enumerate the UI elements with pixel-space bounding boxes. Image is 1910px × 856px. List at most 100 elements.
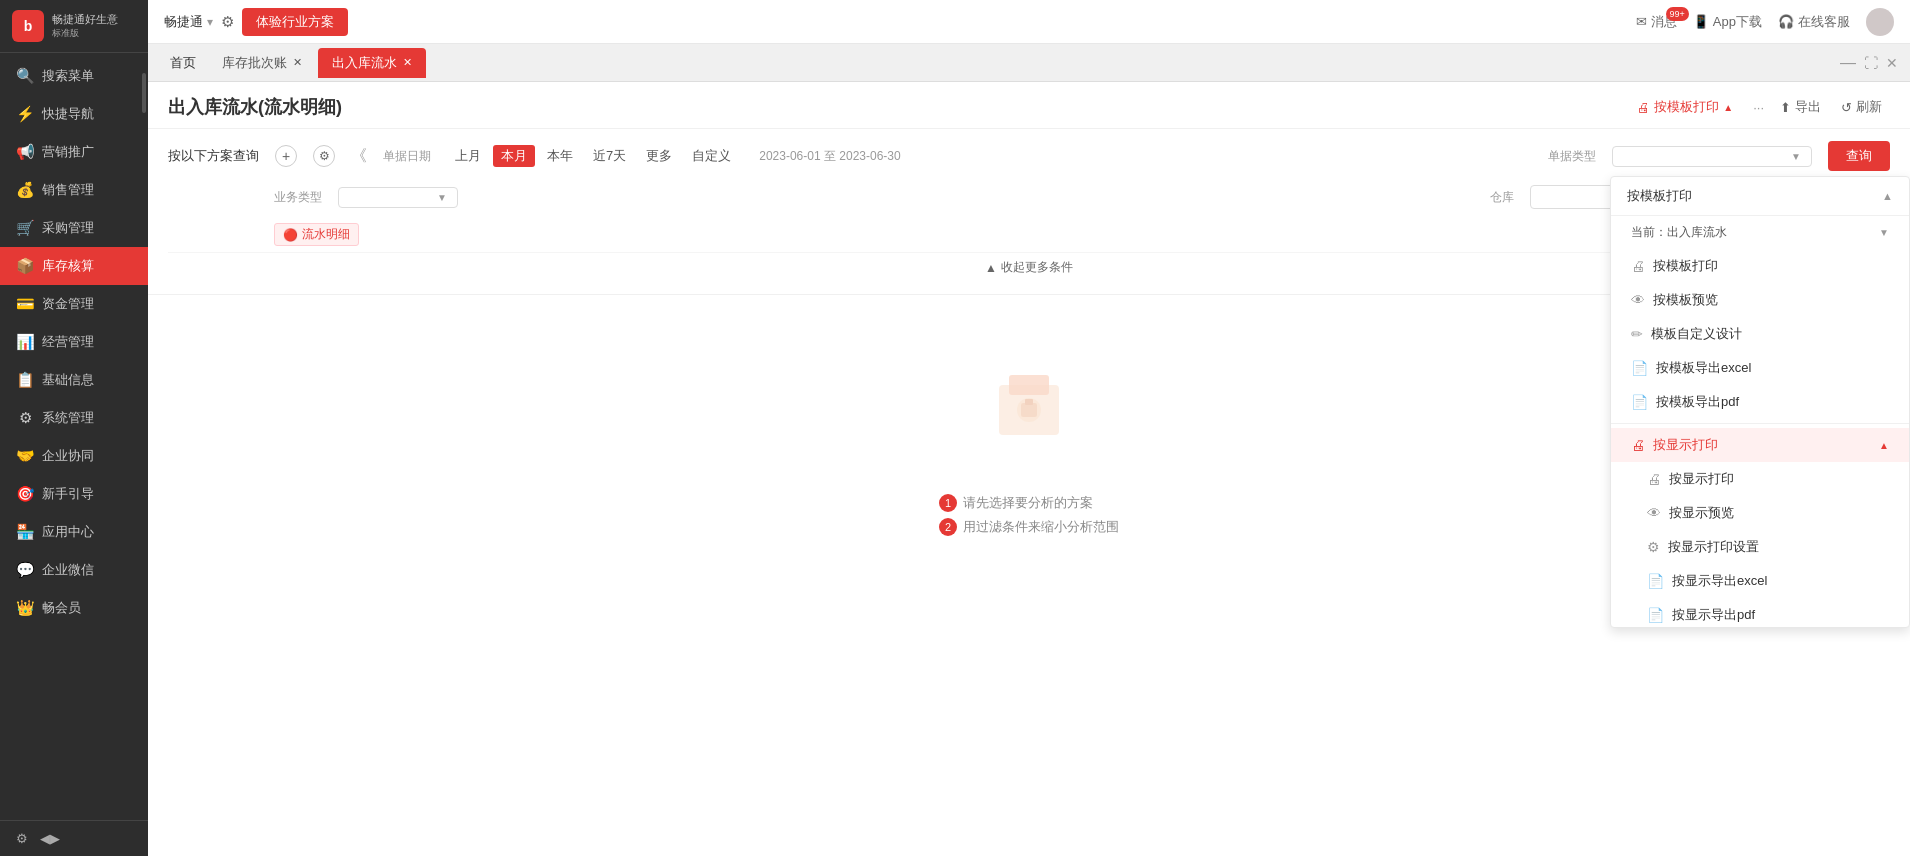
tip-1-text: 请先选择要分析的方案: [963, 494, 1093, 512]
sidebar-item-operation[interactable]: 📊 经营管理: [0, 323, 148, 361]
sidebar-item-system[interactable]: ⚙ 系统管理: [0, 399, 148, 437]
sidebar-scrollbar-thumb[interactable]: [142, 73, 146, 113]
date-opt-prev-month[interactable]: 上月: [447, 145, 489, 167]
sidebar-item-marketing[interactable]: 📢 营销推广: [0, 133, 148, 171]
app-download-label: App下载: [1713, 13, 1762, 31]
panel-item-display-print[interactable]: 🖨 按显示打印: [1611, 462, 1909, 496]
online-service-button[interactable]: 🎧 在线客服: [1778, 13, 1850, 31]
panel-item-display-preview[interactable]: 👁 按显示预览: [1611, 496, 1909, 530]
refresh-button[interactable]: ↺ 刷新: [1833, 94, 1890, 120]
tab-home[interactable]: 首页: [160, 48, 206, 78]
footer-settings-icon[interactable]: ⚙: [16, 831, 28, 846]
sidebar-item-search[interactable]: 🔍 搜索菜单: [0, 57, 148, 95]
item-label: 模板自定义设计: [1651, 325, 1742, 343]
panel-item-template-excel[interactable]: 📄 按模板导出excel: [1611, 351, 1909, 385]
printer-icon: 🖨: [1631, 258, 1645, 274]
date-opt-custom[interactable]: 自定义: [684, 145, 739, 167]
sidebar-label-wechat: 企业微信: [42, 561, 94, 579]
sidebar-item-apps[interactable]: 🏪 应用中心: [0, 513, 148, 551]
tab-maximize-icon[interactable]: ⛶: [1864, 55, 1878, 71]
svg-rect-4: [1025, 399, 1033, 405]
marketing-icon: 📢: [16, 143, 34, 161]
sidebar-item-inventory[interactable]: 📦 库存核算: [0, 247, 148, 285]
page-header: 出入库流水(流水明细) 🖨 按模板打印 ▲ ··· ⬆ 导出 ↺: [148, 82, 1910, 129]
tip-2-text: 用过滤条件来缩小分析范围: [963, 518, 1119, 536]
panel-item-template-pdf[interactable]: 📄 按模板导出pdf: [1611, 385, 1909, 419]
date-opt-this-year[interactable]: 本年: [539, 145, 581, 167]
item-label: 按显示预览: [1669, 504, 1734, 522]
panel-current[interactable]: 当前：出入库流水 ▼: [1611, 216, 1909, 249]
footer-collapse-icon[interactable]: ◀▶: [40, 831, 60, 846]
panel-header-label: 按模板打印: [1627, 187, 1692, 205]
settings-icon: ⚙: [1647, 539, 1660, 555]
app-download-icon: 📱: [1693, 14, 1709, 29]
tab-close-all-icon[interactable]: ✕: [1886, 55, 1898, 71]
panel-item-template-print[interactable]: 🖨 按模板打印: [1611, 249, 1909, 283]
query-button[interactable]: 查询: [1828, 141, 1890, 171]
header-gear-icon[interactable]: ⚙: [221, 13, 234, 31]
tab-batch-close[interactable]: ✕: [293, 56, 302, 69]
preview-icon-2: 👁: [1647, 505, 1661, 521]
print-template-button[interactable]: 🖨 按模板打印 ▲: [1629, 94, 1741, 120]
trial-button[interactable]: 体验行业方案: [242, 8, 348, 36]
refresh-icon: ↺: [1841, 100, 1852, 115]
add-filter-button[interactable]: +: [275, 145, 297, 167]
sidebar-item-guide[interactable]: 🎯 新手引导: [0, 475, 148, 513]
sidebar-item-member[interactable]: 👑 畅会员: [0, 589, 148, 627]
panel-current-label: 当前：出入库流水: [1631, 224, 1727, 241]
sidebar-label-shortcut: 快捷导航: [42, 105, 94, 123]
page-content: 出入库流水(流水明细) 🖨 按模板打印 ▲ ··· ⬆ 导出 ↺: [148, 82, 1910, 856]
tab-bar: 首页 库存批次账 ✕ 出入库流水 ✕ — ⛶ ✕: [148, 44, 1910, 82]
tab-flow[interactable]: 出入库流水 ✕: [318, 48, 426, 78]
message-button[interactable]: ✉ 消息 99+: [1636, 13, 1677, 31]
sidebar-item-purchase[interactable]: 🛒 采购管理: [0, 209, 148, 247]
app-download-button[interactable]: 📱 App下载: [1693, 13, 1762, 31]
panel-item-template-preview[interactable]: 👁 按模板预览: [1611, 283, 1909, 317]
tab-minimize-icon[interactable]: —: [1840, 54, 1856, 72]
system-icon: ⚙: [16, 409, 34, 427]
chevron-up-icon: ▲: [985, 261, 997, 275]
date-opt-more[interactable]: 更多: [638, 145, 680, 167]
sidebar-nav: 🔍 搜索菜单 ⚡ 快捷导航 📢 营销推广 💰 销售管理 🛒 采购管理 📦 库存核…: [0, 53, 148, 820]
more-dots[interactable]: ···: [1749, 96, 1768, 119]
tag-icon: 🔴: [283, 228, 298, 242]
item-label: 按显示打印: [1653, 436, 1718, 454]
sales-icon: 💰: [16, 181, 34, 199]
filter-settings-button[interactable]: ⚙: [313, 145, 335, 167]
sidebar-label-inventory: 库存核算: [42, 257, 94, 275]
panel-header-arrow: ▲: [1882, 190, 1893, 202]
sidebar-item-wechat[interactable]: 💬 企业微信: [0, 551, 148, 589]
sidebar: b 畅捷通好生意 标准版 🔍 搜索菜单 ⚡ 快捷导航 📢 营销推广 💰 销售管理…: [0, 0, 148, 856]
tab-batch[interactable]: 库存批次账 ✕: [208, 48, 316, 78]
apps-icon: 🏪: [16, 523, 34, 541]
sidebar-label-finance: 资金管理: [42, 295, 94, 313]
panel-item-display-print-settings[interactable]: ⚙ 按显示打印设置: [1611, 530, 1909, 564]
sidebar-item-shortcut[interactable]: ⚡ 快捷导航: [0, 95, 148, 133]
sidebar-item-collab[interactable]: 🤝 企业协同: [0, 437, 148, 475]
panel-item-display-pdf[interactable]: 📄 按显示导出pdf: [1611, 598, 1909, 627]
user-dropdown-icon[interactable]: ▾: [207, 15, 213, 29]
empty-tips: 1 请先选择要分析的方案 2 用过滤条件来缩小分析范围: [939, 494, 1119, 536]
export-icon: ⬆: [1780, 100, 1791, 115]
biz-type-select[interactable]: ▼: [338, 187, 458, 208]
panel-item-display-print-group[interactable]: 🖨 按显示打印 ▲: [1611, 428, 1909, 462]
panel-item-template-custom[interactable]: ✏ 模板自定义设计: [1611, 317, 1909, 351]
voucher-type-select[interactable]: ▼: [1612, 146, 1812, 167]
panel-header[interactable]: 按模板打印 ▲: [1611, 177, 1909, 216]
panel-item-display-excel[interactable]: 📄 按显示导出excel: [1611, 564, 1909, 598]
date-opt-7days[interactable]: 近7天: [585, 145, 634, 167]
header-right: ✉ 消息 99+ 📱 App下载 🎧 在线客服: [1636, 8, 1894, 36]
sidebar-item-sales[interactable]: 💰 销售管理: [0, 171, 148, 209]
sidebar-item-basic[interactable]: 📋 基础信息: [0, 361, 148, 399]
filter-tag[interactable]: 🔴 流水明细: [274, 223, 359, 246]
date-opt-current-month[interactable]: 本月: [493, 145, 535, 167]
voucher-dropdown-icon: ▼: [1791, 151, 1801, 162]
sidebar-item-finance[interactable]: 💳 资金管理: [0, 285, 148, 323]
tab-flow-close[interactable]: ✕: [403, 56, 412, 69]
export-button[interactable]: ⬆ 导出: [1772, 94, 1829, 120]
date-options: 上月 本月 本年 近7天 更多 自定义: [447, 145, 739, 167]
print-icon: 🖨: [1637, 100, 1650, 115]
collapse-filter-button[interactable]: 《: [351, 146, 367, 167]
inventory-icon: 📦: [16, 257, 34, 275]
avatar[interactable]: [1866, 8, 1894, 36]
